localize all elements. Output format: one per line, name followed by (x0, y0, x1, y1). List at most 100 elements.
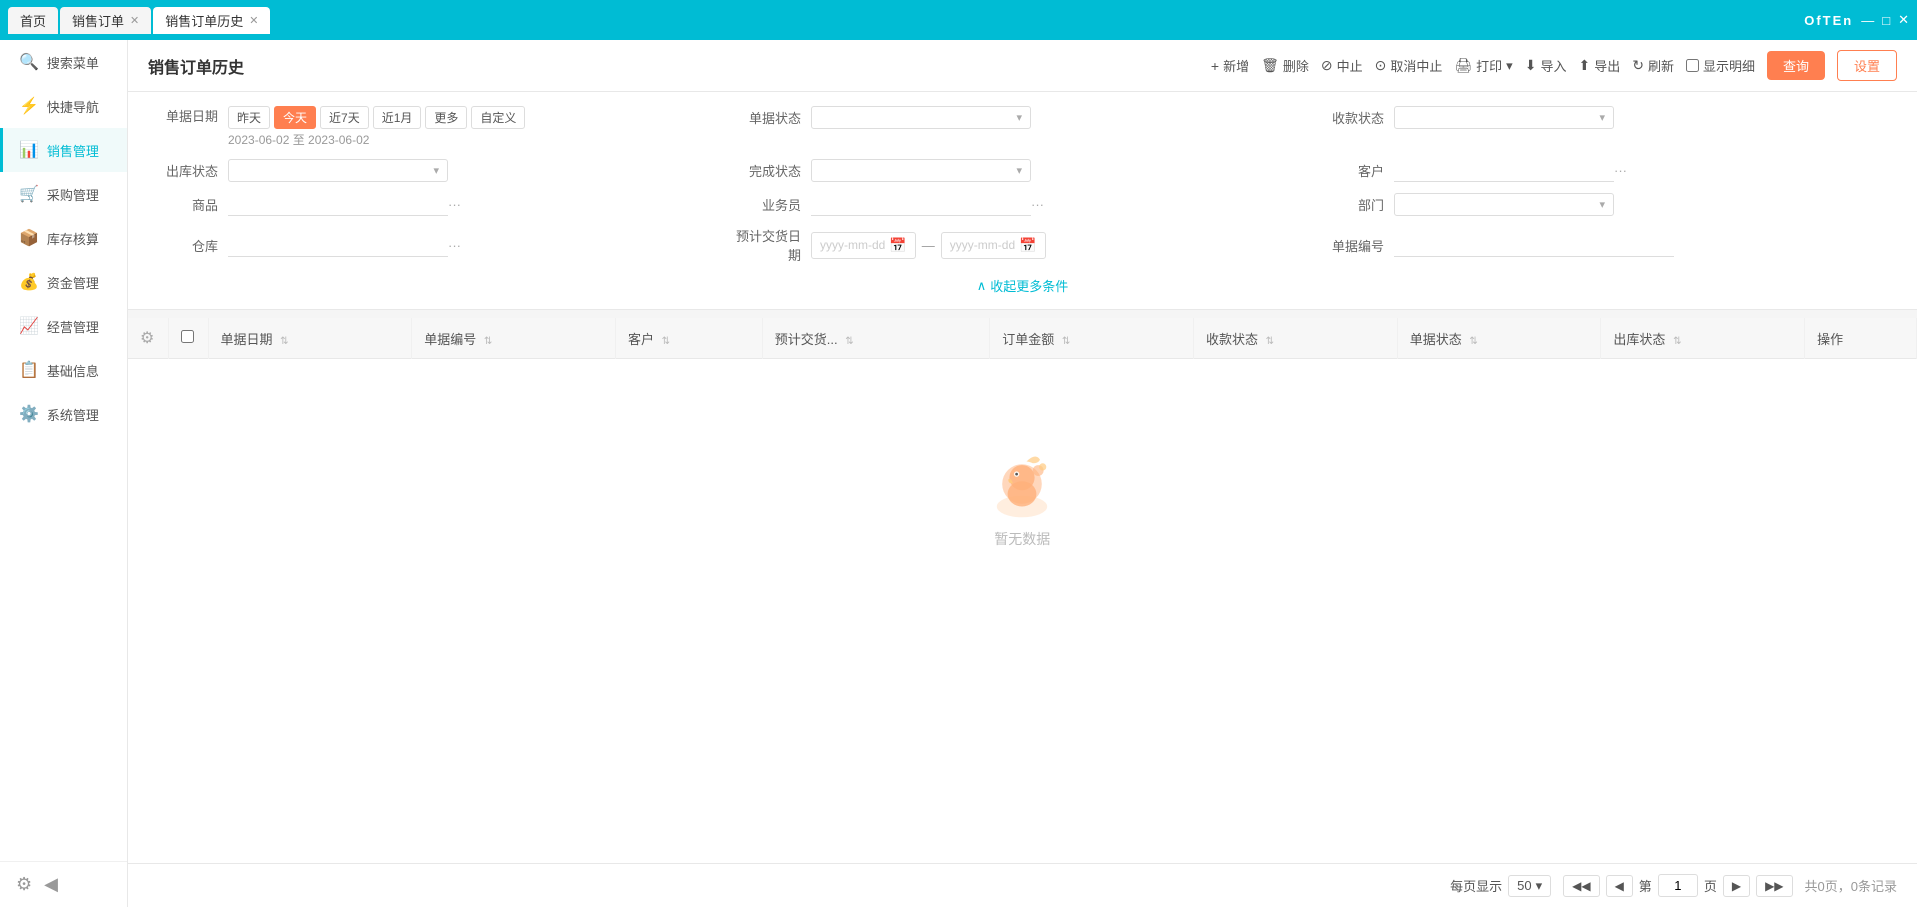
customer-dots[interactable]: ··· (1614, 163, 1627, 178)
maximize-btn[interactable]: □ (1882, 13, 1890, 28)
close-btn[interactable]: ✕ (1898, 12, 1909, 28)
sidebar-item-purchase-mgmt[interactable]: 🛒 采购管理 (0, 172, 127, 216)
inventory-calc-icon: 📦 (19, 228, 39, 248)
tab-sales-history[interactable]: 销售订单历史 ✕ (153, 7, 270, 34)
sort-order-amount-icon[interactable]: ⇅ (1062, 336, 1070, 347)
cancel-stop-button[interactable]: ⊙ 取消中止 (1375, 56, 1443, 75)
th-receive-status: 收款状态 ⇅ (1193, 318, 1397, 359)
sidebar-item-system-mgmt[interactable]: ⚙️ 系统管理 (0, 392, 127, 436)
top-bar: 首页 销售订单 ✕ 销售订单历史 ✕ OfTEn — □ ✕ (0, 0, 1917, 40)
product-input[interactable] (228, 192, 448, 216)
more-btn[interactable]: 更多 (425, 106, 467, 129)
product-label: 商品 (148, 195, 228, 214)
chevron-up-icon: ∧ (977, 278, 987, 294)
page-size-label: 每页显示 (1450, 876, 1502, 895)
last-page-btn[interactable]: ▶▶ (1756, 875, 1792, 897)
sales-mgmt-icon: 📊 (19, 140, 39, 160)
delete-button[interactable]: 🗑 删除 (1261, 56, 1309, 75)
refresh-button[interactable]: ↻ 刷新 (1632, 56, 1674, 75)
yesterday-btn[interactable]: 昨天 (228, 106, 270, 129)
sort-customer-icon[interactable]: ⇅ (662, 336, 670, 347)
brand-text: OfTEn (1804, 13, 1853, 28)
page-label: 页 (1704, 876, 1717, 895)
bill-status-select[interactable]: ▾ (811, 106, 1031, 129)
delivery-date-to-input[interactable]: yyyy-mm-dd 📅 (941, 232, 1046, 259)
select-all-checkbox[interactable] (181, 330, 194, 343)
prev-page-btn[interactable]: ◀ (1606, 875, 1633, 897)
sidebar-item-quick-nav[interactable]: ⚡ 快捷导航 (0, 84, 127, 128)
sidebar-item-fund-mgmt[interactable]: 💰 资金管理 (0, 260, 127, 304)
department-arrow-icon: ▾ (1599, 198, 1605, 211)
out-status-select[interactable]: ▾ (228, 159, 448, 182)
print-button[interactable]: 🖨 打印 ▾ (1454, 56, 1512, 75)
sort-out-status-icon[interactable]: ⇅ (1673, 336, 1681, 347)
stop-button[interactable]: ⊘ 中止 (1321, 56, 1363, 75)
next-page-btn[interactable]: ▶ (1723, 875, 1750, 897)
table-settings-icon[interactable]: ⚙ (140, 330, 154, 347)
sidebar-item-sales-mgmt[interactable]: 📊 销售管理 (0, 128, 127, 172)
last1m-btn[interactable]: 近1月 (373, 106, 422, 129)
calendar-from-icon: 📅 (889, 237, 906, 254)
total-text: 共0页，0条记录 (1805, 876, 1897, 895)
display-detail-input[interactable] (1686, 59, 1699, 72)
sort-delivery-date-icon[interactable]: ⇅ (845, 336, 853, 347)
delivery-date-inputs: yyyy-mm-dd 📅 — yyyy-mm-dd 📅 (811, 232, 1046, 259)
customer-input[interactable] (1394, 158, 1614, 182)
filter-receive-status-group: 收款状态 ▾ (1314, 106, 1897, 129)
th-customer: 客户 ⇅ (615, 318, 762, 359)
page-size-box[interactable]: 50 ▾ (1508, 875, 1551, 897)
tab-sales-history-close[interactable]: ✕ (249, 14, 258, 27)
sort-receive-status-icon[interactable]: ⇅ (1266, 336, 1274, 347)
settings-bottom-icon[interactable]: ⚙ (16, 874, 32, 895)
tab-sales-order-label: 销售订单 (72, 11, 124, 30)
new-button[interactable]: + 新增 (1211, 56, 1249, 75)
delivery-date-from-input[interactable]: yyyy-mm-dd 📅 (811, 232, 916, 259)
tab-sales-order-close[interactable]: ✕ (130, 14, 139, 27)
sidebar-item-search-menu[interactable]: 🔍 搜索菜单 (0, 40, 127, 84)
product-dots[interactable]: ··· (448, 197, 461, 212)
quick-nav-icon: ⚡ (19, 96, 39, 116)
current-page-input[interactable] (1658, 874, 1698, 897)
system-mgmt-icon: ⚙️ (19, 404, 39, 424)
query-button[interactable]: 查询 (1767, 51, 1825, 80)
today-btn[interactable]: 今天 (274, 106, 316, 129)
sidebar-item-ops-mgmt[interactable]: 📈 经营管理 (0, 304, 127, 348)
sidebar-item-basic-info[interactable]: 📋 基础信息 (0, 348, 127, 392)
th-order-amount: 订单金额 ⇅ (990, 318, 1194, 359)
tab-sales-order[interactable]: 销售订单 ✕ (60, 7, 151, 34)
receive-status-select[interactable]: ▾ (1394, 106, 1614, 129)
bill-no-input[interactable] (1394, 233, 1674, 257)
first-page-btn[interactable]: ◀◀ (1563, 875, 1599, 897)
tab-home[interactable]: 首页 (8, 7, 58, 34)
complete-status-arrow-icon: ▾ (1016, 164, 1022, 177)
sort-bill-no-icon[interactable]: ⇅ (484, 336, 492, 347)
export-button[interactable]: ⬆ 导出 (1578, 56, 1620, 75)
sidebar-item-inventory-calc[interactable]: 📦 库存核算 (0, 216, 127, 260)
delivery-from-text: yyyy-mm-dd (820, 238, 885, 252)
last7-btn[interactable]: 近7天 (320, 106, 369, 129)
collapse-sidebar-icon[interactable]: ◀ (44, 874, 58, 895)
custom-btn[interactable]: 自定义 (471, 106, 525, 129)
settings-button[interactable]: 设置 (1837, 50, 1897, 81)
sort-bill-date-icon[interactable]: ⇅ (280, 336, 288, 347)
collapse-more-btn[interactable]: ∧ 收起更多条件 (148, 270, 1897, 295)
cancel-stop-label: 取消中止 (1390, 56, 1442, 75)
salesperson-dots[interactable]: ··· (1031, 197, 1044, 212)
sidebar: 🔍 搜索菜单 ⚡ 快捷导航 📊 销售管理 🛒 采购管理 📦 库存核算 💰 资金管… (0, 40, 128, 907)
export-label: 导出 (1594, 56, 1620, 75)
minimize-btn[interactable]: — (1861, 13, 1874, 28)
complete-status-select[interactable]: ▾ (811, 159, 1031, 182)
th-customer-label: 客户 (628, 332, 654, 347)
import-button[interactable]: ⬇ 导入 (1525, 56, 1567, 75)
display-detail-checkbox[interactable]: 显示明细 (1686, 56, 1755, 75)
page-label-pre: 第 (1639, 876, 1652, 895)
department-select[interactable]: ▾ (1394, 193, 1614, 216)
sort-bill-status-icon[interactable]: ⇅ (1469, 336, 1477, 347)
filter-customer-group: 客户 ··· (1314, 158, 1897, 182)
warehouse-input[interactable] (228, 233, 448, 257)
salesperson-input[interactable] (811, 192, 1031, 216)
warehouse-dots[interactable]: ··· (448, 238, 461, 253)
sidebar-item-fund-mgmt-label: 资金管理 (47, 273, 99, 292)
data-table: ⚙ 单据日期 ⇅ 单据编号 ⇅ (128, 318, 1917, 629)
sidebar-item-purchase-mgmt-label: 采购管理 (47, 185, 99, 204)
